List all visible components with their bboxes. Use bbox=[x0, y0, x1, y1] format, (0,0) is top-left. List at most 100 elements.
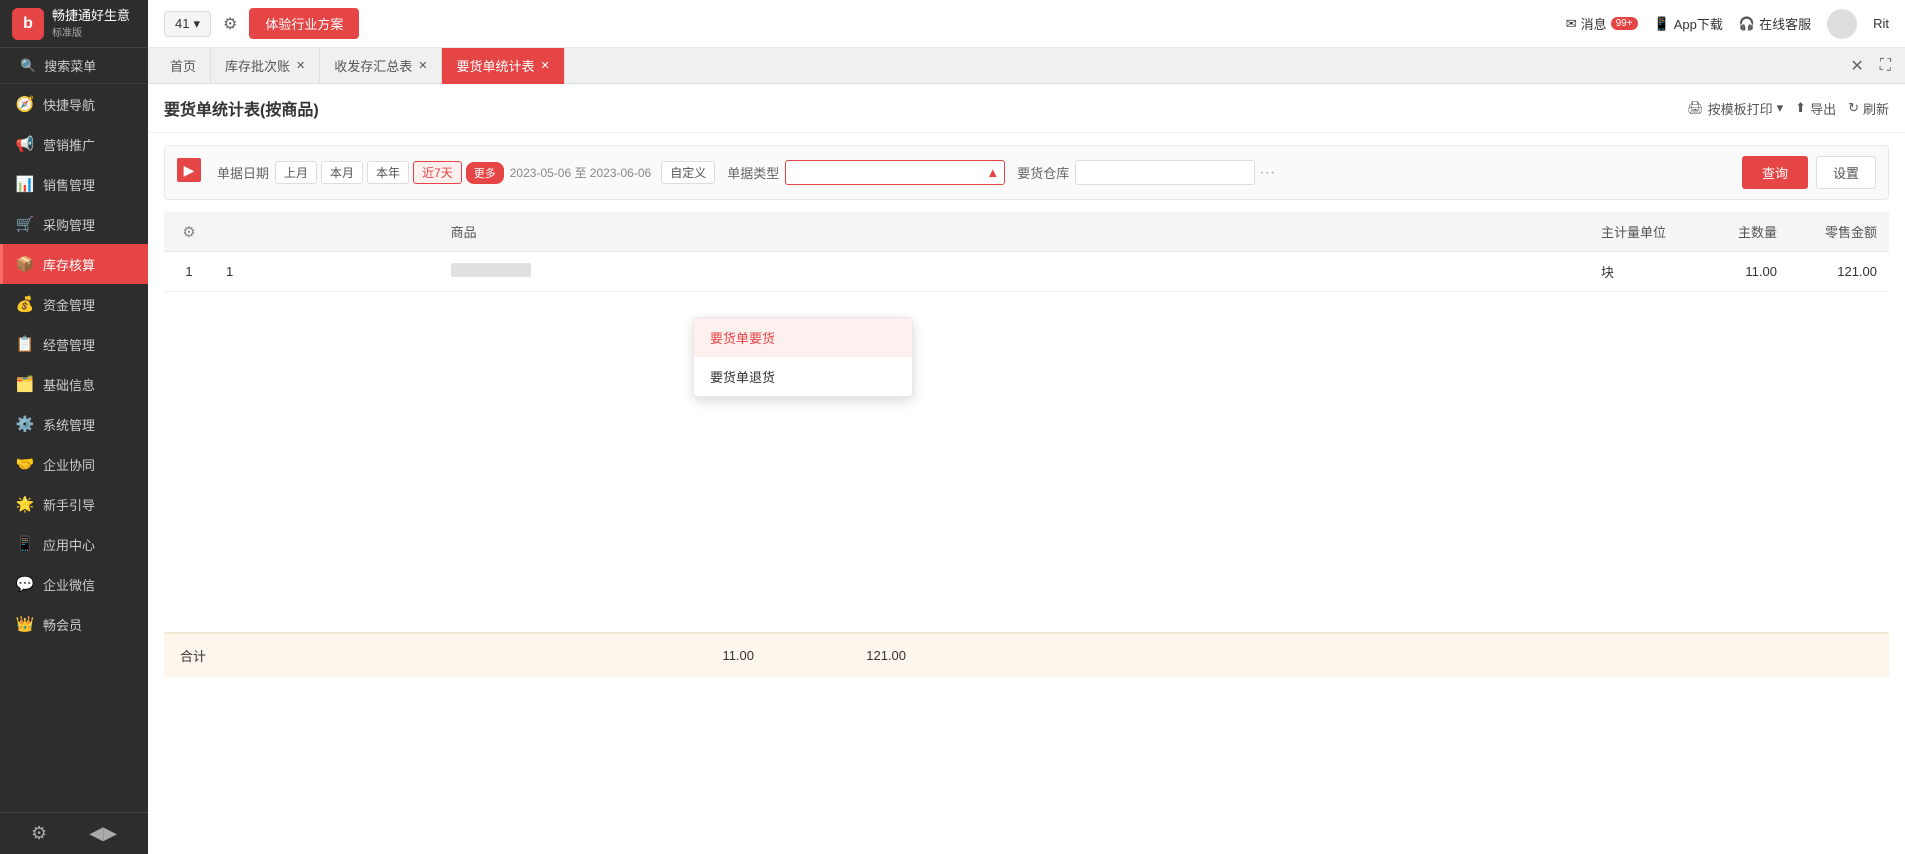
sales-icon: 📊 bbox=[15, 174, 35, 194]
close-all-icon[interactable]: ✕ bbox=[1844, 54, 1869, 78]
sidebar-item-sales[interactable]: 📊销售管理 bbox=[0, 164, 148, 204]
app-label: App下载 bbox=[1674, 14, 1723, 33]
guide-icon: 🌟 bbox=[15, 494, 35, 514]
filter-expand-btn[interactable]: ▶ bbox=[177, 158, 201, 182]
topbar-messages[interactable]: ✉ 消息 99+ bbox=[1566, 14, 1638, 33]
query-btn[interactable]: 查询 bbox=[1742, 156, 1808, 189]
col-header-unit: 主计量单位 bbox=[1589, 212, 1689, 252]
operation-icon: 📋 bbox=[15, 334, 35, 354]
print-btn[interactable]: 🖨 按模板打印 ▾ bbox=[1687, 99, 1783, 118]
setting-btn[interactable]: 设置 bbox=[1816, 156, 1876, 189]
date-btn-this-year[interactable]: 本年 bbox=[367, 161, 409, 184]
sidebar-item-basic[interactable]: 🗂️ 基础信息 bbox=[0, 364, 148, 404]
sidebar-search[interactable]: 🔍 搜索菜单 bbox=[0, 48, 148, 84]
logo-icon: b bbox=[12, 8, 44, 40]
refresh-btn[interactable]: ↻ 刷新 bbox=[1848, 99, 1889, 118]
print-icon: 🖨 bbox=[1687, 100, 1704, 116]
sidebar-bottom: ⚙ ◀▶ bbox=[0, 812, 148, 854]
table-gear-icon[interactable]: ⚙ bbox=[182, 224, 195, 241]
cell-amount: 121.00 bbox=[1789, 252, 1889, 292]
date-custom-btn[interactable]: 自定义 bbox=[661, 161, 715, 184]
sidebar-item-inventory[interactable]: 📦库存核算 bbox=[0, 244, 148, 284]
tab-receivable-label: 收发存汇总表 bbox=[334, 56, 412, 75]
warehouse-more-btn[interactable]: ··· bbox=[1259, 164, 1275, 182]
msg-label: 消息 bbox=[1581, 14, 1607, 33]
topbar-service[interactable]: 🎧 在线客服 bbox=[1739, 14, 1811, 33]
tab-receivable-summary[interactable]: 收发存汇总表 ✕ bbox=[320, 48, 442, 84]
service-icon: 🎧 bbox=[1739, 16, 1755, 32]
sidebar-item-label-marketing: 营销推广 bbox=[43, 135, 95, 154]
date-shortcuts: 上月 本月 本年 近7天 更多 bbox=[275, 161, 504, 184]
date-btn-7days[interactable]: 近7天 bbox=[413, 161, 462, 184]
marketing-icon: 📢 bbox=[15, 134, 35, 154]
sidebar-item-guide[interactable]: 🌟 新手引导 bbox=[0, 484, 148, 524]
topbar-gear-icon[interactable]: ⚙ bbox=[223, 14, 237, 34]
inventory-icon: 📦 bbox=[15, 254, 35, 274]
sidebar-item-finance[interactable]: 💰资金管理 bbox=[0, 284, 148, 324]
topbar-app-download[interactable]: 📱 App下载 bbox=[1654, 14, 1723, 33]
tab-receivable-close[interactable]: ✕ bbox=[418, 59, 427, 72]
export-label: 导出 bbox=[1810, 99, 1836, 118]
topbar-left: 41 ▾ ⚙ 体验行业方案 bbox=[164, 8, 359, 39]
dropdown-item-order-return[interactable]: 要货单退货 bbox=[694, 357, 912, 396]
user-avatar[interactable] bbox=[1827, 9, 1857, 39]
tab-order-stats[interactable]: 要货单统计表 ✕ bbox=[442, 48, 564, 84]
type-filter-label: 单据类型 bbox=[727, 163, 779, 182]
sidebar-item-marketing[interactable]: 📢 营销推广 bbox=[0, 124, 148, 164]
system-icon: ⚙️ bbox=[15, 414, 35, 434]
sidebar-item-quick-nav[interactable]: 🧭快捷导航 bbox=[0, 84, 148, 124]
type-input[interactable] bbox=[785, 160, 1005, 185]
username[interactable]: Rit bbox=[1873, 16, 1889, 31]
chevron-down-icon: ▾ bbox=[193, 16, 200, 32]
trial-btn[interactable]: 体验行业方案 bbox=[249, 8, 359, 39]
type-filter: 单据类型 ▲ bbox=[727, 160, 1005, 185]
page-title: 要货单统计表(按商品) bbox=[164, 96, 319, 120]
settings-icon[interactable]: ⚙ bbox=[31, 823, 47, 844]
date-btn-more[interactable]: 更多 bbox=[466, 162, 504, 184]
warehouse-input[interactable] bbox=[1075, 160, 1255, 185]
col-header-amount: 零售金额 bbox=[1789, 212, 1889, 252]
sidebar-item-label-enterprise: 企业协同 bbox=[43, 455, 95, 474]
cell-qty: 11.00 bbox=[1689, 252, 1789, 292]
tab-inventory-batch[interactable]: 库存批次账 ✕ bbox=[211, 48, 320, 84]
footer-amount: 121.00 bbox=[806, 648, 906, 663]
sidebar-item-member[interactable]: 👑畅会员 bbox=[0, 604, 148, 644]
table-wrap: ⚙ 商品 主计量单位 主数量 零售金额 1 1 bbox=[148, 212, 1905, 292]
sidebar-item-enterprise[interactable]: 🤝 企业协同 bbox=[0, 444, 148, 484]
sidebar-item-wechat[interactable]: 💬企业微信 bbox=[0, 564, 148, 604]
tab-home[interactable]: 首页 bbox=[156, 48, 211, 84]
sidebar-item-label-wechat: 企业微信 bbox=[43, 575, 95, 594]
finance-icon: 💰 bbox=[15, 294, 35, 314]
date-btn-this-month[interactable]: 本月 bbox=[321, 161, 363, 184]
dropdown-item-order-goods[interactable]: 要货单要货 bbox=[694, 318, 912, 357]
table-header-row: ⚙ 商品 主计量单位 主数量 零售金额 bbox=[164, 212, 1889, 252]
sidebar-item-operation[interactable]: 📋经营管理 bbox=[0, 324, 148, 364]
date-btn-last-month[interactable]: 上月 bbox=[275, 161, 317, 184]
logo-text: 畅捷通好生意 标准版 bbox=[52, 8, 130, 40]
refresh-icon: ↻ bbox=[1848, 100, 1859, 116]
sidebar-item-label-guide: 新手引导 bbox=[43, 495, 95, 514]
quick-nav-icon: 🧭 bbox=[15, 94, 35, 114]
enterprise-icon: 🤝 bbox=[15, 454, 35, 474]
col-header-qty: 主数量 bbox=[1689, 212, 1789, 252]
topbar: 41 ▾ ⚙ 体验行业方案 ✉ 消息 99+ 📱 App下载 🎧 在线客服 Ri… bbox=[148, 0, 1905, 48]
tab-order-close[interactable]: ✕ bbox=[541, 59, 550, 72]
warehouse-filter: 要货仓库 ··· bbox=[1017, 160, 1275, 185]
basic-icon: 🗂️ bbox=[15, 374, 35, 394]
collapse-icon[interactable]: ◀▶ bbox=[89, 823, 117, 844]
topbar-dropdown[interactable]: 41 ▾ bbox=[164, 11, 211, 37]
export-btn[interactable]: ⬆ 导出 bbox=[1795, 99, 1836, 118]
sidebar-item-label-basic: 基础信息 bbox=[43, 375, 95, 394]
sidebar-item-system[interactable]: ⚙️系统管理 bbox=[0, 404, 148, 444]
print-label: 按模板打印 bbox=[1708, 99, 1773, 118]
tabs-end-buttons: ✕ ⛶ bbox=[1844, 54, 1897, 78]
sidebar-item-label-member: 畅会员 bbox=[43, 615, 82, 634]
sidebar-item-app-center[interactable]: 📱应用中心 bbox=[0, 524, 148, 564]
sidebar: b 畅捷通好生意 标准版 🔍 搜索菜单 🧭快捷导航 📢 营销推广 📊销售管理🛒采购管理… bbox=[0, 0, 148, 854]
expand-icon[interactable]: ⛶ bbox=[1874, 55, 1897, 77]
sidebar-item-purchase[interactable]: 🛒采购管理 bbox=[0, 204, 148, 244]
filter-bar: ▶ 单据日期 上月 本月 本年 近7天 更多 2023-05-06 至 2023… bbox=[164, 145, 1889, 200]
warehouse-input-wrap: ··· bbox=[1075, 160, 1275, 185]
tab-inventory-batch-close[interactable]: ✕ bbox=[296, 59, 305, 72]
type-input-chevron-up[interactable]: ▲ bbox=[986, 165, 999, 180]
